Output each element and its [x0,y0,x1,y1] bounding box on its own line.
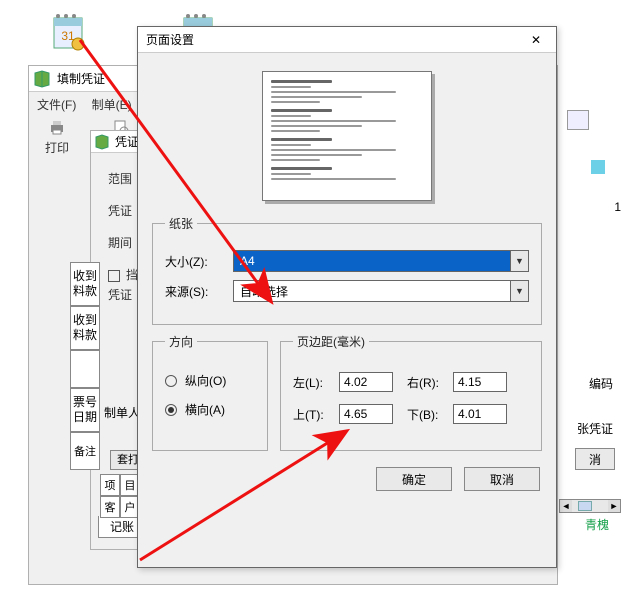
paper-fieldset: 纸张 大小(Z): A4 ▼ 来源(S): 自动选择 ▼ [152,215,542,325]
right-chip-1[interactable] [567,110,589,130]
cell-cust: 客 [100,496,120,518]
label-voucher2: 凭证 [108,286,138,318]
scroll-thumb[interactable] [578,501,592,511]
window-title-text: 填制凭证 [57,72,105,86]
page-preview [262,71,432,201]
chevron-down-icon: ▼ [510,281,528,301]
right-voucher: 张凭证 [577,420,613,437]
portrait-radio[interactable]: 纵向(O) [165,372,255,389]
margins-fieldset: 页边距(毫米) 左(L): 右(R): 上(T): 下(B): [280,333,542,451]
margins-legend: 页边距(毫米) [293,333,369,350]
right-code: 编码 [589,375,613,392]
label-maker: 制单人 [104,404,140,426]
dialog-buttons: 确定 取消 [138,459,556,505]
inner-title-text: 凭证 [115,135,139,149]
paper-legend: 纸张 [165,215,197,232]
chevron-down-icon: ▼ [510,251,528,271]
row-rcv: 收到料款 [70,262,100,306]
toolbar-print[interactable]: 打印 [37,119,77,156]
label-range: 范围 [108,170,138,202]
landscape-radio[interactable]: 横向(A) [165,401,255,418]
right-toolbar [567,110,627,134]
cell-item: 项 [100,474,120,496]
book-icon [33,70,51,88]
size-dropdown[interactable]: A4 ▼ [233,250,529,272]
lock-checkbox[interactable] [108,270,120,282]
page-setup-dialog: 页面设置 ✕ 纸张 大小(Z): A4 ▼ 来源(S): 自动选择 ▼ [137,26,557,568]
margin-bottom-input[interactable] [453,404,507,424]
margin-left-label: 左(L): [293,374,339,391]
close-icon: ✕ [531,33,541,47]
close-button[interactable]: ✕ [524,30,548,50]
ok-button[interactable]: 确定 [376,467,452,491]
label-voucher: 凭证 [108,202,138,234]
dialog-title: 页面设置 [146,31,194,48]
right-chip [591,160,605,174]
radio-icon [165,404,177,416]
row-remark: 备注 [70,432,100,470]
row-small-grid: 项 目 客 户 [100,474,140,518]
landscape-label: 横向(A) [185,401,225,418]
portrait-label: 纵向(O) [185,372,226,389]
orientation-legend: 方向 [165,333,197,350]
form-labels-left: 范围 凭证 期间 挡 凭证 [108,170,138,318]
print-icon [48,119,66,137]
right-scrollbar[interactable]: ◄ ► [559,499,621,513]
size-label: 大小(Z): [165,253,233,270]
toolbar-print-label: 打印 [45,139,69,156]
scroll-left-icon[interactable]: ◄ [560,500,572,512]
menu-file[interactable]: 文件(F) [37,98,76,112]
orientation-fieldset: 方向 纵向(O) 横向(A) [152,333,268,451]
dialog-titlebar: 页面设置 ✕ [138,27,556,53]
cancel-button[interactable]: 取消 [464,467,540,491]
scroll-right-icon[interactable]: ► [608,500,620,512]
label-period: 期间 [108,234,138,266]
source-label: 来源(S): [165,283,233,300]
margin-bottom-label: 下(B): [407,406,453,423]
desktop-icon-a: 31 [44,8,92,56]
menu-make[interactable]: 制单(E) [92,98,132,112]
margin-top-label: 上(T): [293,406,339,423]
row-rcv2: 收到料款 [70,306,100,350]
source-value: 自动选择 [234,283,510,300]
size-value: A4 [234,254,510,268]
margin-top-input[interactable] [339,404,393,424]
form-labels-2: 制单人 [104,404,140,426]
right-footer-text: 青槐 [585,516,609,533]
row-ticket-date: 票号日期 [70,388,100,432]
right-cancel-button[interactable]: 消 [575,448,615,470]
margin-left-input[interactable] [339,372,393,392]
margin-right-input[interactable] [453,372,507,392]
margin-right-label: 右(R): [407,374,453,391]
book-icon [94,134,110,150]
row-blank [70,350,100,388]
row-header-cells: 收到料款 收到料款 票号日期 备注 [70,262,100,470]
source-dropdown[interactable]: 自动选择 ▼ [233,280,529,302]
radio-icon [165,375,177,387]
right-one: 1 [614,200,621,214]
